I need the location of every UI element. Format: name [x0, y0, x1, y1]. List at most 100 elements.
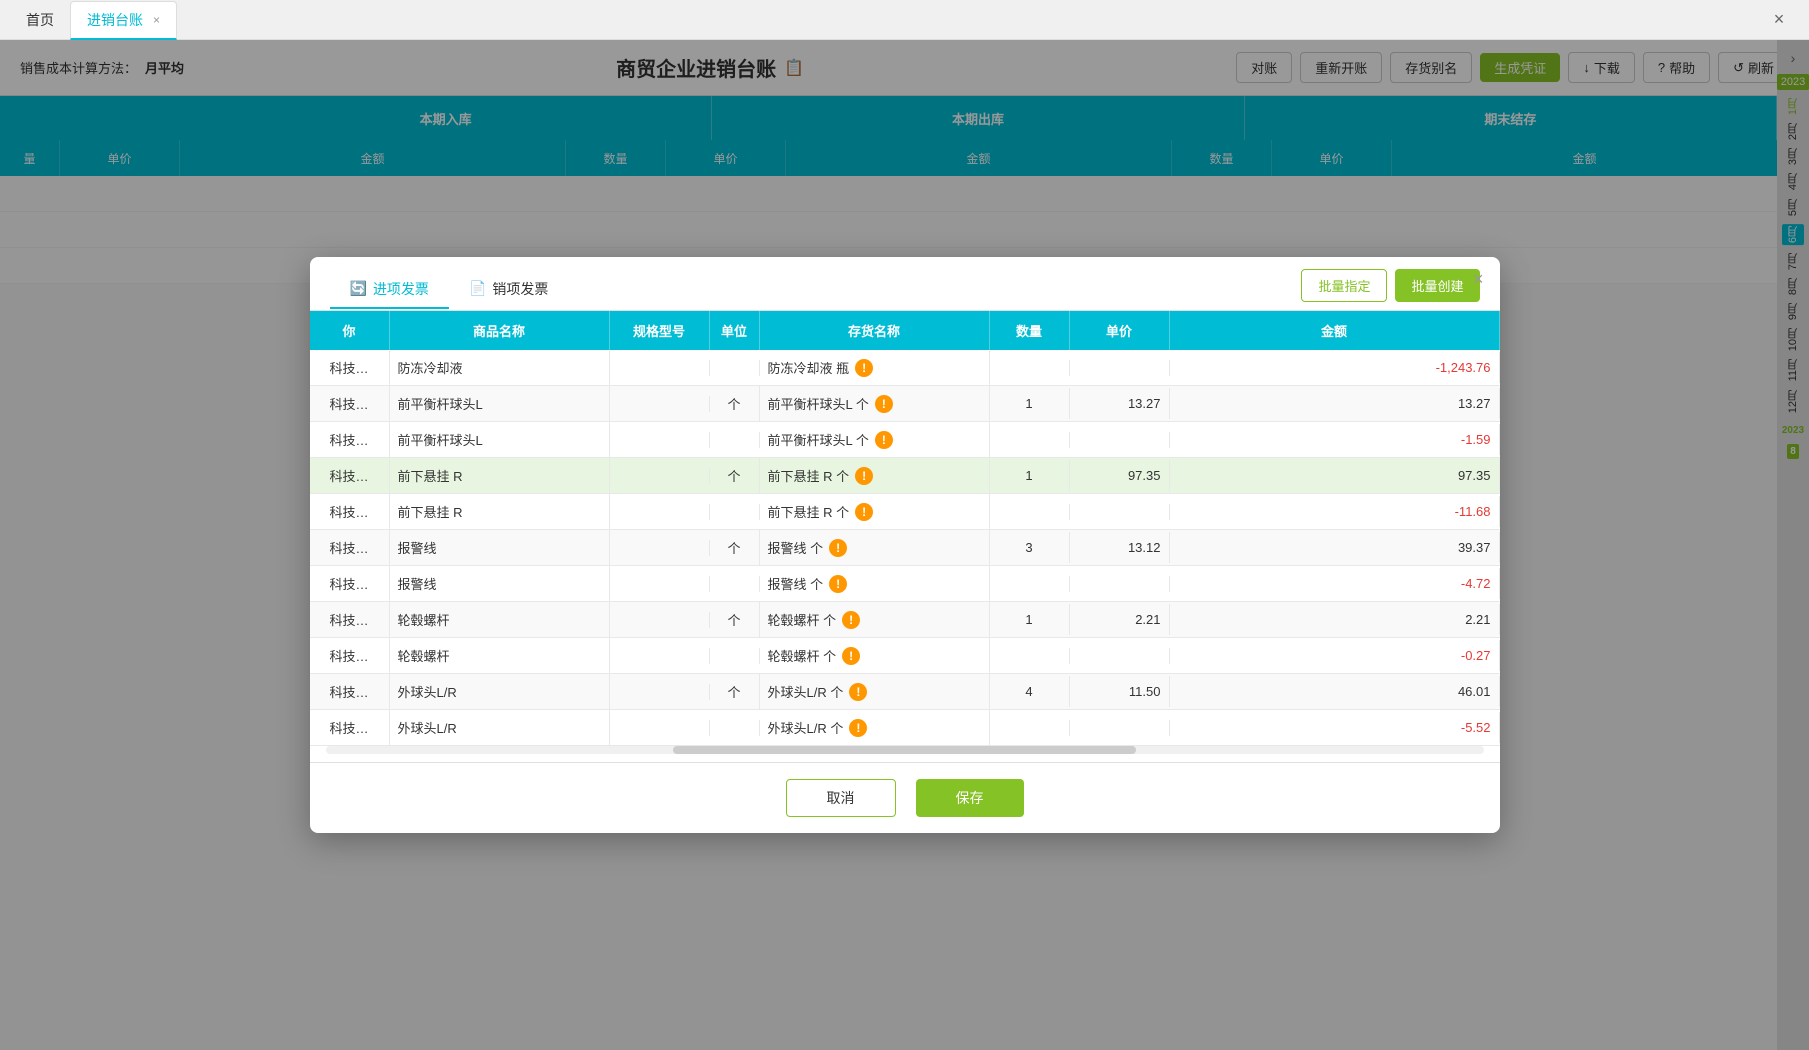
td-quantity: 1 — [990, 604, 1070, 635]
modal-scrollbar[interactable] — [326, 746, 1484, 754]
td-amount: -11.68 — [1170, 496, 1500, 527]
td-product-name: 报警线 — [390, 566, 610, 601]
th-quantity: 数量 — [990, 311, 1070, 350]
modal-scrollbar-thumb — [673, 746, 1136, 754]
td-unit-price — [1070, 504, 1170, 520]
td-unit-price — [1070, 648, 1170, 664]
tab-close-icon[interactable]: × — [153, 13, 160, 27]
td-quantity: 1 — [990, 460, 1070, 491]
td-product-name: 前平衡杆球头L — [390, 422, 610, 457]
table-row[interactable]: 科技… 轮毂螺杆 轮毂螺杆 个 ! -0.27 — [310, 638, 1500, 674]
td-product-name: 轮毂螺杆 — [390, 602, 610, 637]
td-amount: -0.27 — [1170, 640, 1500, 671]
td-amount: 2.21 — [1170, 604, 1500, 635]
modal-close-button[interactable]: × — [1473, 269, 1484, 290]
td-supplier: 科技… — [310, 386, 390, 421]
td-quantity — [990, 360, 1070, 376]
warning-icon: ! — [855, 467, 873, 485]
warning-icon: ! — [855, 359, 873, 377]
table-row[interactable]: 科技… 防冻冷却液 防冻冷却液 瓶 ! -1,243.76 — [310, 350, 1500, 386]
table-row[interactable]: 科技… 前下悬挂 R 前下悬挂 R 个 ! -11.68 — [310, 494, 1500, 530]
modal-table: 你 商品名称 规格型号 单位 存货名称 数量 — [310, 311, 1500, 746]
td-supplier: 科技… — [310, 458, 390, 493]
td-unit: 个 — [710, 458, 760, 493]
td-unit — [710, 576, 760, 592]
td-spec — [610, 468, 710, 484]
warning-icon: ! — [875, 395, 893, 413]
table-row[interactable]: 科技… 前平衡杆球头L 前平衡杆球头L 个 ! -1.59 — [310, 422, 1500, 458]
td-unit-price: 2.21 — [1070, 604, 1170, 635]
tab-ledger[interactable]: 进销台账 × — [70, 1, 177, 40]
td-quantity: 1 — [990, 388, 1070, 419]
td-inventory-name: 前平衡杆球头L 个 ! — [760, 386, 990, 421]
th-supplier: 你 — [310, 311, 390, 350]
td-product-name: 外球头L/R — [390, 710, 610, 745]
td-quantity — [990, 576, 1070, 592]
td-unit: 个 — [710, 386, 760, 421]
td-amount: -5.52 — [1170, 712, 1500, 743]
table-row[interactable]: 科技… 报警线 个 报警线 个 ! 3 13.12 39.37 — [310, 530, 1500, 566]
td-product-name: 防冻冷却液 — [390, 350, 610, 385]
modal-table-header: 你 商品名称 规格型号 单位 存货名称 数量 — [310, 311, 1500, 350]
warning-icon: ! — [855, 503, 873, 521]
td-inventory-name: 轮毂螺杆 个 ! — [760, 638, 990, 673]
td-product-name: 前平衡杆球头L — [390, 386, 610, 421]
th-unit: 单位 — [710, 311, 760, 350]
warning-icon: ! — [829, 539, 847, 557]
th-product-name: 商品名称 — [390, 311, 610, 350]
table-row[interactable]: 科技… 轮毂螺杆 个 轮毂螺杆 个 ! 1 2.21 2.21 — [310, 602, 1500, 638]
td-unit — [710, 648, 760, 664]
tab-sales-invoice[interactable]: 📄 销项发票 — [449, 271, 568, 309]
td-amount: 13.27 — [1170, 388, 1500, 419]
batch-assign-button[interactable]: 批量指定 — [1301, 269, 1387, 302]
td-product-name: 轮毂螺杆 — [390, 638, 610, 673]
td-quantity: 3 — [990, 532, 1070, 563]
td-product-name: 前下悬挂 R — [390, 494, 610, 529]
td-product-name: 前下悬挂 R — [390, 458, 610, 493]
td-unit — [710, 360, 760, 376]
table-row[interactable]: 科技… 前平衡杆球头L 个 前平衡杆球头L 个 ! 1 13.27 13.27 — [310, 386, 1500, 422]
warning-icon: ! — [829, 575, 847, 593]
td-supplier: 科技… — [310, 530, 390, 565]
td-inventory-name: 前平衡杆球头L 个 ! — [760, 422, 990, 457]
td-unit-price: 11.50 — [1070, 676, 1170, 707]
tab-home[interactable]: 首页 — [10, 2, 70, 38]
td-unit-price: 13.27 — [1070, 388, 1170, 419]
td-quantity — [990, 432, 1070, 448]
table-row[interactable]: 科技… 前下悬挂 R 个 前下悬挂 R 个 ! 1 97.35 97.35 — [310, 458, 1500, 494]
td-unit: 个 — [710, 674, 760, 709]
td-amount: -1.59 — [1170, 424, 1500, 455]
purchase-invoice-icon: 🔄 — [350, 280, 367, 297]
td-spec — [610, 612, 710, 628]
modal-header-actions: 批量指定 批量创建 — [1301, 269, 1479, 310]
th-spec: 规格型号 — [610, 311, 710, 350]
td-inventory-name: 外球头L/R 个 ! — [760, 710, 990, 745]
modal-tabs: 🔄 进项发票 📄 销项发票 — [330, 271, 569, 309]
table-row[interactable]: 科技… 外球头L/R 个 外球头L/R 个 ! 4 11.50 46.01 — [310, 674, 1500, 710]
td-unit: 个 — [710, 602, 760, 637]
batch-create-button[interactable]: 批量创建 — [1395, 269, 1479, 302]
save-button[interactable]: 保存 — [916, 779, 1024, 817]
td-amount: 46.01 — [1170, 676, 1500, 707]
table-row[interactable]: 科技… 报警线 报警线 个 ! -4.72 — [310, 566, 1500, 602]
table-row[interactable]: 科技… 外球头L/R 外球头L/R 个 ! -5.52 — [310, 710, 1500, 746]
window-close-button[interactable]: × — [1759, 0, 1799, 40]
td-spec — [610, 504, 710, 520]
warning-icon: ! — [849, 683, 867, 701]
td-inventory-name: 报警线 个 ! — [760, 566, 990, 601]
td-spec — [610, 432, 710, 448]
tab-home-label: 首页 — [26, 10, 54, 30]
warning-icon: ! — [842, 647, 860, 665]
warning-icon: ! — [842, 611, 860, 629]
tab-purchase-invoice[interactable]: 🔄 进项发票 — [330, 271, 449, 309]
td-supplier: 科技… — [310, 674, 390, 709]
td-supplier: 科技… — [310, 350, 390, 385]
td-quantity — [990, 504, 1070, 520]
cancel-button[interactable]: 取消 — [786, 779, 896, 817]
modal-overlay: 🔄 进项发票 📄 销项发票 批量指定 批量创建 × — [0, 40, 1809, 1050]
td-quantity: 4 — [990, 676, 1070, 707]
td-amount: -4.72 — [1170, 568, 1500, 599]
sales-invoice-icon: 📄 — [469, 280, 486, 297]
tab-ledger-label: 进销台账 — [87, 10, 143, 30]
td-supplier: 科技… — [310, 566, 390, 601]
